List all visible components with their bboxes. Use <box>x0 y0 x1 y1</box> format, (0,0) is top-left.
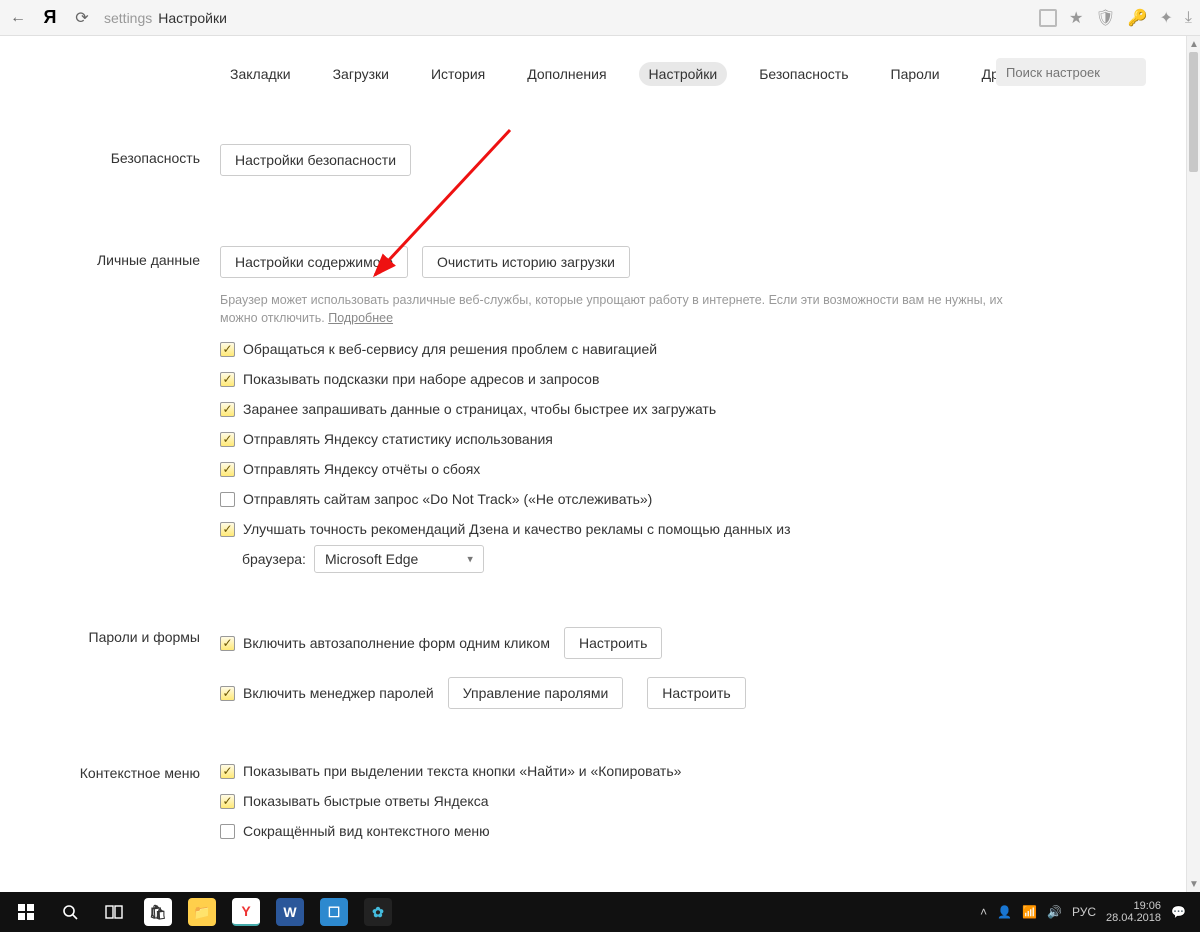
tab-history[interactable]: История <box>421 62 495 86</box>
section-context-title: Контекстное меню <box>40 759 220 839</box>
checkbox-icon[interactable]: ✓ <box>220 492 235 507</box>
checkbox-icon[interactable]: ✓ <box>220 342 235 357</box>
tray-volume-icon[interactable]: 🔊 <box>1047 905 1062 919</box>
checkbox-autofill: ✓ Включить автозаполнение форм одним кли… <box>220 627 1040 659</box>
taskbar-app-yandex[interactable]: Y <box>226 892 266 932</box>
manage-passwords-button[interactable]: Управление паролями <box>448 677 624 709</box>
browser-select-row: браузера: Microsoft Edge <box>242 545 1040 573</box>
browser-select[interactable]: Microsoft Edge <box>314 545 484 573</box>
password-configure-button[interactable]: Настроить <box>647 677 745 709</box>
section-passwords-forms: Пароли и формы ✓ Включить автозаполнение… <box>0 623 1186 709</box>
checkbox-icon[interactable]: ✓ <box>220 462 235 477</box>
settings-page: Закладки Загрузки История Дополнения Нас… <box>0 36 1186 892</box>
security-settings-button[interactable]: Настройки безопасности <box>220 144 411 176</box>
checkbox-zen-ads: ✓ Улучшать точность рекомендаций Дзена и… <box>220 521 1040 537</box>
checkbox-do-not-track: ✓ Отправлять сайтам запрос «Do Not Track… <box>220 491 1040 507</box>
reload-icon[interactable]: ⟳ <box>72 8 92 28</box>
autofill-configure-button[interactable]: Настроить <box>564 627 662 659</box>
checkbox-quick-answers: ✓ Показывать быстрые ответы Яндекса <box>220 793 1040 809</box>
tray-people-icon[interactable]: 👤 <box>997 905 1012 919</box>
toolbar-right: ★ 🛡 🔑 ✦ ⤓ <box>1039 8 1192 28</box>
taskbar-app-explorer[interactable]: 📁 <box>182 892 222 932</box>
checkbox-icon[interactable]: ✓ <box>220 402 235 417</box>
tab-bookmarks[interactable]: Закладки <box>220 62 301 86</box>
search-icon[interactable] <box>50 892 90 932</box>
checkbox-selection-buttons: ✓ Показывать при выделении текста кнопки… <box>220 763 1040 779</box>
addr-path: settings <box>104 10 152 26</box>
system-tray: ˄ 👤 📶 🔊 РУС 19:06 28.04.2018 💬 <box>980 900 1194 924</box>
tray-chevron-up-icon[interactable]: ˄ <box>980 905 987 919</box>
personal-description: Браузер может использовать различные веб… <box>220 292 1040 327</box>
addr-title: Настройки <box>158 10 227 26</box>
taskbar-app-word[interactable]: W <box>270 892 310 932</box>
checkbox-password-manager: ✓ Включить менеджер паролей Управление п… <box>220 677 1040 709</box>
tab-addons[interactable]: Дополнения <box>517 62 616 86</box>
browser-toolbar: ← Я ⟳ settings Настройки ★ 🛡 🔑 ✦ ⤓ <box>0 0 1200 36</box>
section-context-menu: Контекстное меню ✓ Показывать при выделе… <box>0 759 1186 839</box>
section-security: Безопасность Настройки безопасности <box>0 144 1186 176</box>
checkbox-icon[interactable]: ✓ <box>220 686 235 701</box>
learn-more-link[interactable]: Подробнее <box>328 311 393 325</box>
checkbox-crash-reports: ✓ Отправлять Яндексу отчёты о сбоях <box>220 461 1040 477</box>
tab-passwords[interactable]: Пароли <box>881 62 950 86</box>
section-personal: Личные данные Настройки содержимого Очис… <box>0 246 1186 573</box>
task-view-icon[interactable] <box>94 892 134 932</box>
checkbox-icon[interactable]: ✓ <box>220 522 235 537</box>
checkbox-icon[interactable]: ✓ <box>220 432 235 447</box>
section-security-title: Безопасность <box>40 144 220 176</box>
checkbox-icon[interactable]: ✓ <box>220 764 235 779</box>
start-button-icon[interactable] <box>6 892 46 932</box>
address-bar[interactable]: settings Настройки <box>104 10 227 26</box>
tab-settings[interactable]: Настройки <box>639 62 728 86</box>
checkbox-suggestions: ✓ Показывать подсказки при наборе адресо… <box>220 371 1040 387</box>
checkbox-icon[interactable]: ✓ <box>220 372 235 387</box>
yandex-logo-icon[interactable]: Я <box>40 8 60 28</box>
shield-icon[interactable]: 🛡 <box>1095 8 1115 28</box>
section-personal-title: Личные данные <box>40 246 220 573</box>
bookmark-star-icon[interactable]: ★ <box>1069 8 1083 28</box>
scroll-up-icon[interactable]: ▲ <box>1187 36 1200 52</box>
tray-language[interactable]: РУС <box>1072 905 1096 919</box>
checkbox-icon[interactable]: ✓ <box>220 636 235 651</box>
checkbox-icon[interactable]: ✓ <box>220 824 235 839</box>
extension-icon[interactable]: ✦ <box>1160 8 1173 28</box>
search-input[interactable] <box>996 58 1146 86</box>
taskbar-app-misc[interactable]: ☐ <box>314 892 354 932</box>
download-icon[interactable]: ⤓ <box>1185 9 1192 27</box>
section-passwords-title: Пароли и формы <box>40 623 220 709</box>
key-icon[interactable]: 🔑 <box>1128 8 1148 28</box>
taskbar-app-store[interactable]: 🛍 <box>138 892 178 932</box>
content-settings-button[interactable]: Настройки содержимого <box>220 246 408 278</box>
tab-downloads[interactable]: Загрузки <box>323 62 399 86</box>
checkbox-nav-service: ✓ Обращаться к веб-сервису для решения п… <box>220 341 1040 357</box>
checkbox-short-context: ✓ Сокращённый вид контекстного меню <box>220 823 1040 839</box>
taskbar-app-misc2[interactable]: ✿ <box>358 892 398 932</box>
tab-security[interactable]: Безопасность <box>749 62 858 86</box>
checkbox-prefetch: ✓ Заранее запрашивать данные о страницах… <box>220 401 1040 417</box>
tray-network-icon[interactable]: 📶 <box>1022 905 1037 919</box>
clear-history-button[interactable]: Очистить историю загрузки <box>422 246 630 278</box>
checkbox-icon[interactable]: ✓ <box>220 794 235 809</box>
scroll-thumb[interactable] <box>1189 52 1198 172</box>
tray-notifications-icon[interactable]: 💬 <box>1171 905 1186 919</box>
browser-select-label: браузера: <box>242 551 306 567</box>
panel-icon[interactable] <box>1039 9 1057 27</box>
back-icon[interactable]: ← <box>8 8 28 28</box>
tray-clock[interactable]: 19:06 28.04.2018 <box>1106 900 1161 924</box>
checkbox-usage-stats: ✓ Отправлять Яндексу статистику использо… <box>220 431 1040 447</box>
scroll-down-icon[interactable]: ▼ <box>1187 876 1200 892</box>
windows-taskbar: 🛍 📁 Y W ☐ ✿ ˄ 👤 📶 🔊 РУС 19:06 28.04.2018… <box>0 892 1200 932</box>
vertical-scrollbar[interactable]: ▲ ▼ <box>1186 36 1200 892</box>
